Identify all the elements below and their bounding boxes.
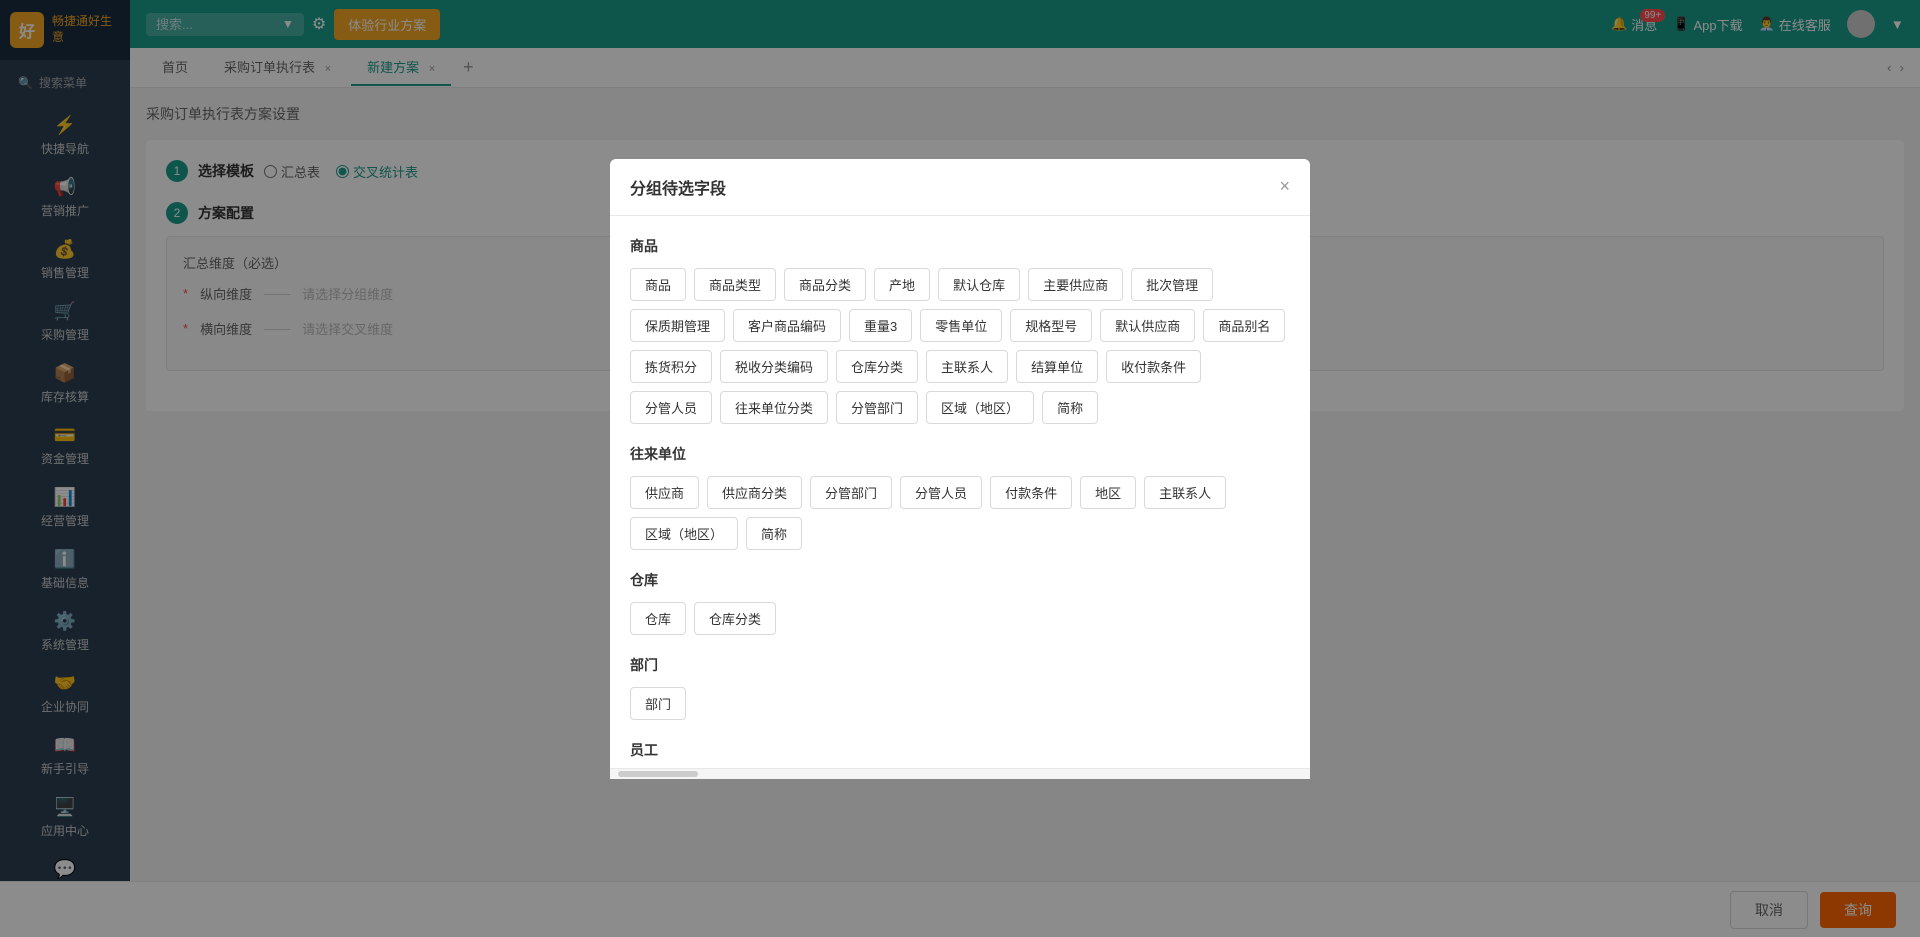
section-employee-title: 员工 <box>630 740 1290 760</box>
section-dept: 部门 部门 <box>630 655 1290 720</box>
field-select-modal: 分组待选字段 × 商品 商品 商品类型 商品分类 产地 默认仓库 主要供应商 批… <box>610 159 1310 779</box>
field-tag-customer-code[interactable]: 客户商品编码 <box>733 309 841 342</box>
field-tag-main-supplier[interactable]: 主要供应商 <box>1028 268 1123 301</box>
section-partner-title: 往来单位 <box>630 444 1290 464</box>
field-tag-region-goods[interactable]: 区域（地区） <box>926 391 1034 424</box>
section-dept-title: 部门 <box>630 655 1290 675</box>
field-tag-supplier-category[interactable]: 供应商分类 <box>707 476 802 509</box>
field-tag-alias[interactable]: 商品别名 <box>1203 309 1285 342</box>
field-tag-pick-score[interactable]: 拣货积分 <box>630 350 712 383</box>
field-tag-partner-dept[interactable]: 分管部门 <box>810 476 892 509</box>
field-tag-manage-dept[interactable]: 分管部门 <box>836 391 918 424</box>
hscroll-thumb <box>618 771 698 777</box>
field-tag-warehouse[interactable]: 仓库 <box>630 602 686 635</box>
field-tag-tax-code[interactable]: 税收分类编码 <box>720 350 828 383</box>
field-tag-warehouse-cat[interactable]: 仓库分类 <box>694 602 776 635</box>
field-tag-short-name-goods[interactable]: 简称 <box>1042 391 1098 424</box>
field-tag-default-warehouse[interactable]: 默认仓库 <box>938 268 1020 301</box>
section-warehouse-title: 仓库 <box>630 570 1290 590</box>
field-tag-payment-terms[interactable]: 收付款条件 <box>1106 350 1201 383</box>
field-tag-goods[interactable]: 商品 <box>630 268 686 301</box>
section-partner: 往来单位 供应商 供应商分类 分管部门 分管人员 付款条件 地区 主联系人 区域… <box>630 444 1290 550</box>
field-tag-weight[interactable]: 重量3 <box>849 309 912 342</box>
field-tag-dept[interactable]: 部门 <box>630 687 686 720</box>
field-tag-partner-manager[interactable]: 分管人员 <box>900 476 982 509</box>
field-tag-goods-type[interactable]: 商品类型 <box>694 268 776 301</box>
field-tag-goods-category[interactable]: 商品分类 <box>784 268 866 301</box>
section-partner-tags: 供应商 供应商分类 分管部门 分管人员 付款条件 地区 主联系人 区域（地区） … <box>630 476 1290 550</box>
section-goods: 商品 商品 商品类型 商品分类 产地 默认仓库 主要供应商 批次管理 保质期管理… <box>630 236 1290 424</box>
field-tag-retail-unit[interactable]: 零售单位 <box>920 309 1002 342</box>
section-warehouse: 仓库 仓库 仓库分类 <box>630 570 1290 635</box>
modal-close-button[interactable]: × <box>1279 176 1290 197</box>
field-tag-area[interactable]: 地区 <box>1080 476 1136 509</box>
field-tag-shelf-life[interactable]: 保质期管理 <box>630 309 725 342</box>
field-tag-partner-short-name[interactable]: 简称 <box>746 517 802 550</box>
field-tag-warehouse-category[interactable]: 仓库分类 <box>836 350 918 383</box>
field-tag-payment-condition[interactable]: 付款条件 <box>990 476 1072 509</box>
field-tag-spec[interactable]: 规格型号 <box>1010 309 1092 342</box>
field-tag-manager[interactable]: 分管人员 <box>630 391 712 424</box>
field-tag-supplier[interactable]: 供应商 <box>630 476 699 509</box>
modal-body: 商品 商品 商品类型 商品分类 产地 默认仓库 主要供应商 批次管理 保质期管理… <box>610 216 1310 769</box>
field-tag-partner-category[interactable]: 往来单位分类 <box>720 391 828 424</box>
field-tag-origin[interactable]: 产地 <box>874 268 930 301</box>
section-dept-tags: 部门 <box>630 687 1290 720</box>
section-goods-title: 商品 <box>630 236 1290 256</box>
field-tag-batch[interactable]: 批次管理 <box>1131 268 1213 301</box>
modal-overlay[interactable]: 分组待选字段 × 商品 商品 商品类型 商品分类 产地 默认仓库 主要供应商 批… <box>0 0 1920 937</box>
section-goods-tags: 商品 商品类型 商品分类 产地 默认仓库 主要供应商 批次管理 保质期管理 客户… <box>630 268 1290 424</box>
modal-header: 分组待选字段 × <box>610 159 1310 216</box>
field-tag-settlement-unit[interactable]: 结算单位 <box>1016 350 1098 383</box>
field-tag-main-contact[interactable]: 主联系人 <box>926 350 1008 383</box>
modal-hscroll[interactable] <box>610 768 1310 778</box>
section-warehouse-tags: 仓库 仓库分类 <box>630 602 1290 635</box>
field-tag-partner-contact[interactable]: 主联系人 <box>1144 476 1226 509</box>
field-tag-partner-region[interactable]: 区域（地区） <box>630 517 738 550</box>
section-employee: 员工 业务员 <box>630 740 1290 769</box>
field-tag-default-supplier[interactable]: 默认供应商 <box>1100 309 1195 342</box>
modal-title: 分组待选字段 <box>630 175 726 199</box>
